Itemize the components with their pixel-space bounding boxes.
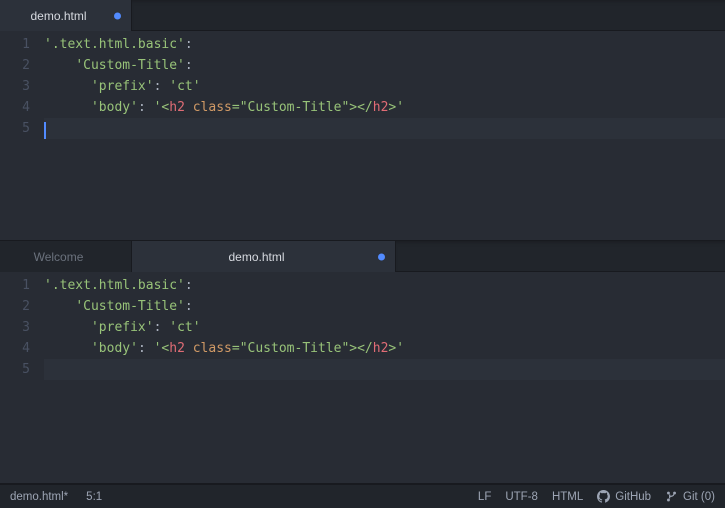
- status-language[interactable]: HTML: [552, 491, 583, 503]
- line-number[interactable]: 3: [0, 76, 30, 97]
- code-top[interactable]: '.text.html.basic': 'Custom-Title': 'pre…: [44, 31, 725, 240]
- line-number[interactable]: 4: [0, 338, 30, 359]
- status-file[interactable]: demo.html*: [10, 491, 68, 503]
- tab-label: demo.html: [30, 9, 86, 23]
- line-number[interactable]: 5: [0, 118, 30, 139]
- line-number[interactable]: 2: [0, 296, 30, 317]
- tab-bar-bottom: Welcome demo.html: [0, 241, 725, 272]
- status-encoding[interactable]: UTF-8: [505, 491, 538, 503]
- tab-demo-html[interactable]: demo.html: [0, 0, 132, 31]
- editor-bottom[interactable]: 12345 '.text.html.basic': 'Custom-Title'…: [0, 272, 725, 483]
- code-line[interactable]: 'Custom-Title':: [44, 296, 725, 317]
- git-branch-icon: [665, 490, 678, 503]
- tab-bar-top: demo.html: [0, 0, 725, 31]
- tab-label: demo.html: [228, 250, 284, 264]
- status-cursor-position[interactable]: 5:1: [86, 491, 102, 503]
- code-line[interactable]: [44, 359, 725, 380]
- editor-top[interactable]: 12345 '.text.html.basic': 'Custom-Title'…: [0, 31, 725, 240]
- code-line[interactable]: 'prefix': 'ct': [44, 317, 725, 338]
- line-number[interactable]: 2: [0, 55, 30, 76]
- tab-label: Welcome: [34, 250, 84, 264]
- status-github[interactable]: GitHub: [597, 490, 651, 503]
- line-number[interactable]: 4: [0, 97, 30, 118]
- status-git-label: Git (0): [683, 491, 715, 503]
- gutter-bottom: 12345: [0, 272, 44, 483]
- editor-pane-bottom: Welcome demo.html 12345 '.text.html.basic…: [0, 241, 725, 484]
- gutter-top: 12345: [0, 31, 44, 240]
- code-line[interactable]: 'body': '<h2 class="Custom-Title"></h2>': [44, 97, 725, 118]
- tab-welcome[interactable]: Welcome: [0, 241, 132, 272]
- line-number[interactable]: 1: [0, 34, 30, 55]
- tab-bar-empty: [132, 0, 725, 31]
- code-line[interactable]: '.text.html.basic':: [44, 34, 725, 55]
- line-number[interactable]: 1: [0, 275, 30, 296]
- status-bar: demo.html* 5:1 LF UTF-8 HTML GitHub Git …: [0, 484, 725, 508]
- code-line[interactable]: 'prefix': 'ct': [44, 76, 725, 97]
- status-line-ending[interactable]: LF: [478, 491, 491, 503]
- text-cursor: [44, 122, 46, 139]
- code-line[interactable]: 'Custom-Title':: [44, 55, 725, 76]
- github-icon: [597, 490, 610, 503]
- modified-dot-icon: [114, 12, 121, 19]
- code-line[interactable]: [44, 118, 725, 139]
- modified-dot-icon: [378, 253, 385, 260]
- code-bottom[interactable]: '.text.html.basic': 'Custom-Title': 'pre…: [44, 272, 725, 483]
- status-git[interactable]: Git (0): [665, 490, 715, 503]
- status-github-label: GitHub: [615, 491, 651, 503]
- editor-pane-top: demo.html 12345 '.text.html.basic': 'Cus…: [0, 0, 725, 241]
- code-line[interactable]: '.text.html.basic':: [44, 275, 725, 296]
- tab-demo-html[interactable]: demo.html: [132, 241, 396, 272]
- line-number[interactable]: 5: [0, 359, 30, 380]
- code-line[interactable]: 'body': '<h2 class="Custom-Title"></h2>': [44, 338, 725, 359]
- tab-bar-empty: [396, 241, 725, 272]
- line-number[interactable]: 3: [0, 317, 30, 338]
